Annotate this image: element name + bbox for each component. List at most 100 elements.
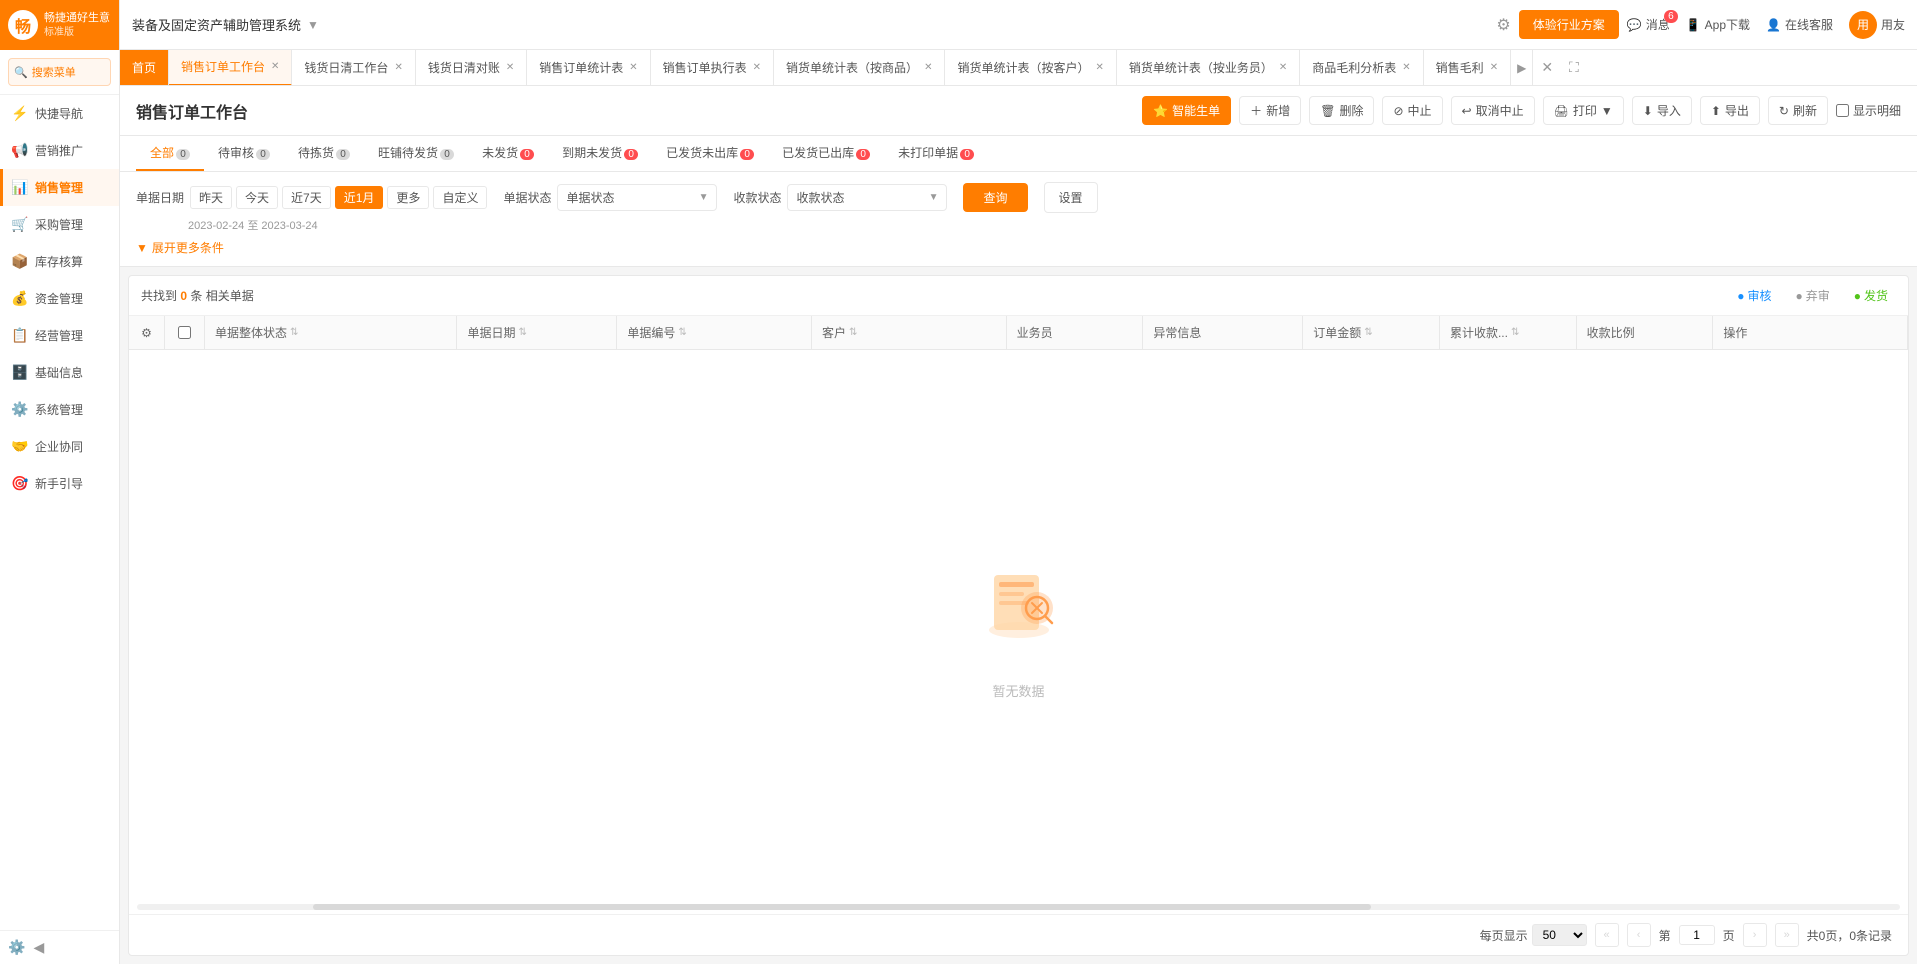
- industry-solution-button[interactable]: 体验行业方案: [1519, 10, 1619, 39]
- sort-status-icon[interactable]: ⇅: [290, 327, 298, 338]
- subtab-not-printed[interactable]: 未打印单据0: [884, 136, 988, 171]
- settings-bottom-icon[interactable]: ⚙️: [8, 939, 25, 956]
- tab-label: 钱货日清工作台: [304, 59, 388, 76]
- filter-date-today[interactable]: 今天: [236, 186, 278, 209]
- sidebar-item-cooperation[interactable]: 🤝 企业协同: [0, 428, 119, 465]
- tab-close-icon[interactable]: ✕: [753, 62, 761, 73]
- query-button[interactable]: 查询: [963, 183, 1027, 212]
- filter-payment-select[interactable]: 收款状态 ▼: [787, 184, 947, 211]
- import-button[interactable]: ⬇ 导入: [1632, 96, 1692, 125]
- tab-sales-margin[interactable]: 销售毛利 ✕: [1424, 50, 1511, 86]
- horizontal-scrollbar[interactable]: [137, 904, 1900, 910]
- tab-close-icon[interactable]: ✕: [924, 62, 932, 73]
- subtab-wangpu-ship[interactable]: 旺铺待发货0: [364, 136, 468, 171]
- filter-date-yesterday[interactable]: 昨天: [190, 186, 232, 209]
- sidebar-item-sales[interactable]: 📊 销售管理: [0, 169, 119, 206]
- refresh-button[interactable]: ↻ 刷新: [1768, 96, 1828, 125]
- cancel-stop-button[interactable]: ↩ 取消中止: [1451, 96, 1535, 125]
- print-button[interactable]: 🖨 打印 ▼: [1543, 96, 1624, 125]
- online-service-button[interactable]: 👤 在线客服: [1766, 16, 1833, 33]
- system-dropdown-icon[interactable]: ▼: [307, 18, 319, 32]
- tab-close-icon[interactable]: ✕: [271, 61, 279, 72]
- ship-button[interactable]: ● 发货: [1846, 284, 1896, 307]
- sidebar-item-baseinfo[interactable]: 🗄️ 基础信息: [0, 354, 119, 391]
- audit-button[interactable]: ● 审核: [1729, 284, 1779, 307]
- tab-sale-by-customer[interactable]: 销货单统计表（按客户） ✕: [945, 50, 1116, 86]
- subtab-overdue-ship[interactable]: 到期未发货0: [548, 136, 652, 171]
- empty-illustration: [969, 550, 1069, 669]
- tab-margin-analysis[interactable]: 商品毛利分析表 ✕: [1300, 50, 1423, 86]
- filter-date-more[interactable]: 更多: [387, 186, 429, 209]
- tab-cash-daily[interactable]: 钱货日清工作台 ✕: [292, 50, 415, 86]
- sidebar-item-operation[interactable]: 📋 经营管理: [0, 317, 119, 354]
- cancel-audit-button[interactable]: ● 弃审: [1787, 284, 1837, 307]
- filter-row-1: 单据日期 昨天 今天 近7天 近1月 更多 自定义 单据状态 单据状态 ▼: [136, 182, 1901, 213]
- scrollbar-thumb[interactable]: [313, 904, 1371, 910]
- tab-home[interactable]: 首页: [120, 50, 169, 86]
- per-page-select[interactable]: 50 100 200: [1532, 924, 1587, 946]
- sidebar-item-purchase[interactable]: 🛒 采购管理: [0, 206, 119, 243]
- tab-order-exec[interactable]: 销售订单执行表 ✕: [651, 50, 774, 86]
- tab-sale-by-product[interactable]: 销货单统计表（按商品） ✕: [774, 50, 945, 86]
- tab-close-icon[interactable]: ✕: [1402, 62, 1410, 73]
- page-number-input[interactable]: [1679, 925, 1715, 945]
- filter-date-custom[interactable]: 自定义: [433, 186, 487, 209]
- sidebar-item-system[interactable]: ⚙️ 系统管理: [0, 391, 119, 428]
- subtab-all[interactable]: 全部0: [136, 136, 204, 171]
- subtab-pending-audit[interactable]: 待审核0: [204, 136, 284, 171]
- select-all-checkbox[interactable]: [178, 326, 191, 339]
- show-detail-checkbox[interactable]: 显示明细: [1836, 102, 1901, 119]
- sort-received-icon[interactable]: ⇅: [1511, 327, 1519, 338]
- tab-close-icon[interactable]: ✕: [506, 62, 514, 73]
- message-button[interactable]: 💬 消息 6: [1627, 16, 1670, 33]
- filter-setting-button[interactable]: 设置: [1044, 182, 1098, 213]
- export-button[interactable]: ⬆ 导出: [1700, 96, 1760, 125]
- subtab-unshipped[interactable]: 未发货0: [468, 136, 548, 171]
- stop-button[interactable]: ⊘ 中止: [1382, 96, 1442, 125]
- subtab-pending-pick[interactable]: 待拣货0: [284, 136, 364, 171]
- per-page-selector: 每页显示 50 100 200: [1480, 924, 1587, 946]
- filter-date-7days[interactable]: 近7天: [282, 186, 331, 209]
- sort-amount-icon[interactable]: ⇅: [1364, 327, 1372, 338]
- sidebar-item-inventory[interactable]: 📦 库存核算: [0, 243, 119, 280]
- tab-order-stats[interactable]: 销售订单统计表 ✕: [527, 50, 650, 86]
- add-button[interactable]: ＋ 新增: [1239, 96, 1301, 125]
- first-page-button[interactable]: «: [1595, 923, 1619, 947]
- app-download-button[interactable]: 📱 App下载: [1686, 16, 1750, 33]
- th-checkbox[interactable]: [165, 316, 205, 349]
- topbar-gear-icon[interactable]: ⚙: [1496, 15, 1510, 35]
- tab-reconcile[interactable]: 钱货日清对账 ✕: [416, 50, 527, 86]
- last-page-button[interactable]: »: [1775, 923, 1799, 947]
- tab-close-icon[interactable]: ✕: [1095, 62, 1103, 73]
- tab-more-button[interactable]: ▶: [1511, 50, 1533, 86]
- sidebar-item-quicknav[interactable]: ⚡ 快捷导航: [0, 95, 119, 132]
- tab-close-icon[interactable]: ✕: [1279, 62, 1287, 73]
- tab-close-icon[interactable]: ✕: [394, 62, 402, 73]
- show-detail-input[interactable]: [1836, 104, 1849, 117]
- tab-close-icon[interactable]: ✕: [1490, 62, 1498, 73]
- user-menu-button[interactable]: 用 用友: [1849, 11, 1905, 39]
- sort-customer-icon[interactable]: ⇅: [849, 327, 857, 338]
- sidebar-item-finance[interactable]: 💰 资金管理: [0, 280, 119, 317]
- subtab-shipped-not-out[interactable]: 已发货未出库0: [652, 136, 768, 171]
- smart-create-button[interactable]: ⭐ 智能生单: [1142, 96, 1231, 125]
- search-menu-button[interactable]: 🔍 搜索菜单: [8, 58, 111, 86]
- next-page-button[interactable]: ›: [1743, 923, 1767, 947]
- filter-status-select[interactable]: 单据状态 ▼: [557, 184, 717, 211]
- delete-button[interactable]: 🗑 删除: [1309, 96, 1374, 125]
- prev-page-button[interactable]: ‹: [1627, 923, 1651, 947]
- tab-close-all-button[interactable]: ✕: [1533, 50, 1561, 86]
- subtab-shipped-out[interactable]: 已发货已出库0: [768, 136, 884, 171]
- collapse-icon[interactable]: ◀: [33, 939, 44, 956]
- sidebar-item-marketing[interactable]: 📢 营销推广: [0, 132, 119, 169]
- tab-close-icon[interactable]: ✕: [629, 62, 637, 73]
- sort-code-icon[interactable]: ⇅: [678, 327, 686, 338]
- tab-sale-by-staff[interactable]: 销货单统计表（按业务员） ✕: [1117, 50, 1300, 86]
- sidebar-item-guide[interactable]: 🎯 新手引导: [0, 465, 119, 502]
- tab-maximize-button[interactable]: ⛶: [1561, 50, 1587, 86]
- tab-sales-workbench[interactable]: 销售订单工作台 ✕: [169, 50, 292, 86]
- expand-filter-button[interactable]: ▼ 展开更多条件: [136, 239, 1901, 256]
- filter-date-1month[interactable]: 近1月: [335, 186, 384, 209]
- th-gear[interactable]: ⚙: [129, 316, 165, 349]
- sort-date-icon[interactable]: ⇅: [518, 327, 526, 338]
